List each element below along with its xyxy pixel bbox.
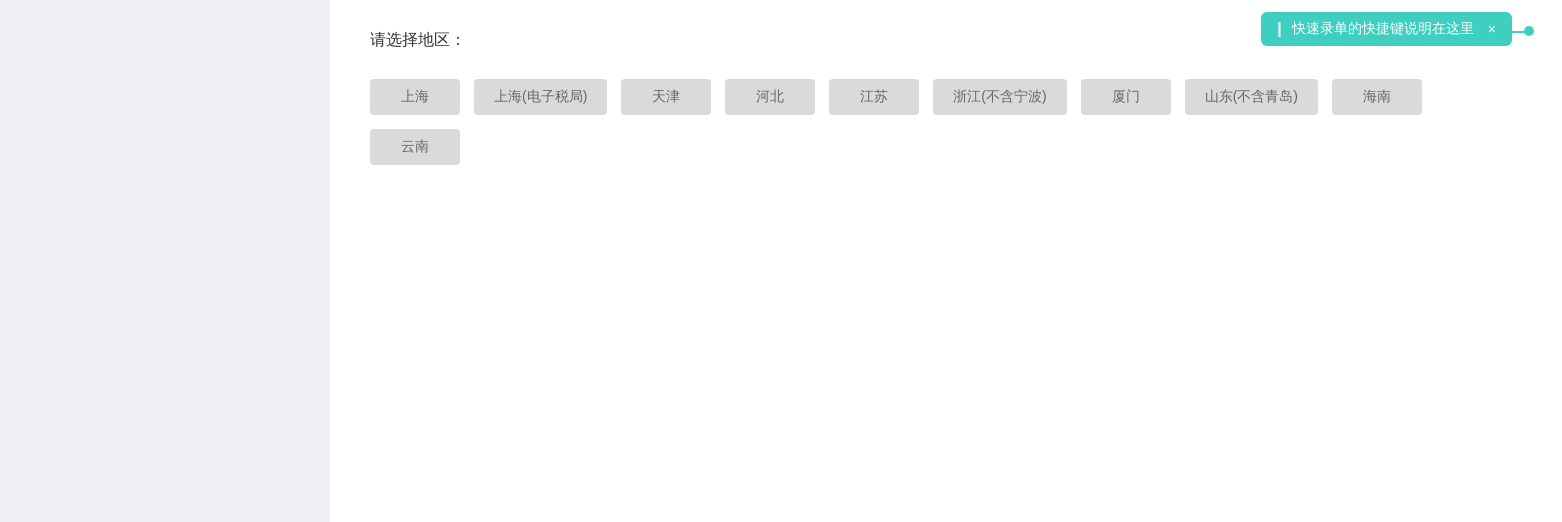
tooltip-close-button[interactable]: × bbox=[1488, 21, 1496, 37]
region-button[interactable]: 上海 bbox=[370, 79, 460, 115]
region-button[interactable]: 厦门 bbox=[1081, 79, 1171, 115]
tooltip-dot bbox=[1524, 26, 1534, 36]
tooltip-line bbox=[1505, 31, 1525, 33]
tooltip-banner: 快速录单的快捷键说明在这里 × bbox=[1261, 12, 1512, 46]
main-content: 请选择地区： 上海上海(电子税局)天津河北江苏浙江(不含宁波)厦门山东(不含青岛… bbox=[330, 0, 1562, 522]
sidebar bbox=[0, 0, 330, 522]
region-buttons: 上海上海(电子税局) 天津河北江苏浙江(不含宁波) 厦门山东(不含青岛) 海南云南 bbox=[370, 79, 1522, 165]
region-button[interactable]: 天津 bbox=[621, 79, 711, 115]
region-button[interactable]: 海南 bbox=[1332, 79, 1422, 115]
region-button[interactable]: 山东(不含青岛) bbox=[1185, 79, 1318, 115]
region-button[interactable]: 江苏 bbox=[829, 79, 919, 115]
region-button[interactable]: 河北 bbox=[725, 79, 815, 115]
region-button[interactable]: 上海(电子税局) bbox=[474, 79, 607, 115]
tooltip-text: 快速录单的快捷键说明在这里 bbox=[1292, 20, 1474, 38]
region-button[interactable]: 浙江(不含宁波) bbox=[933, 79, 1066, 115]
region-button[interactable]: 云南 bbox=[370, 129, 460, 165]
